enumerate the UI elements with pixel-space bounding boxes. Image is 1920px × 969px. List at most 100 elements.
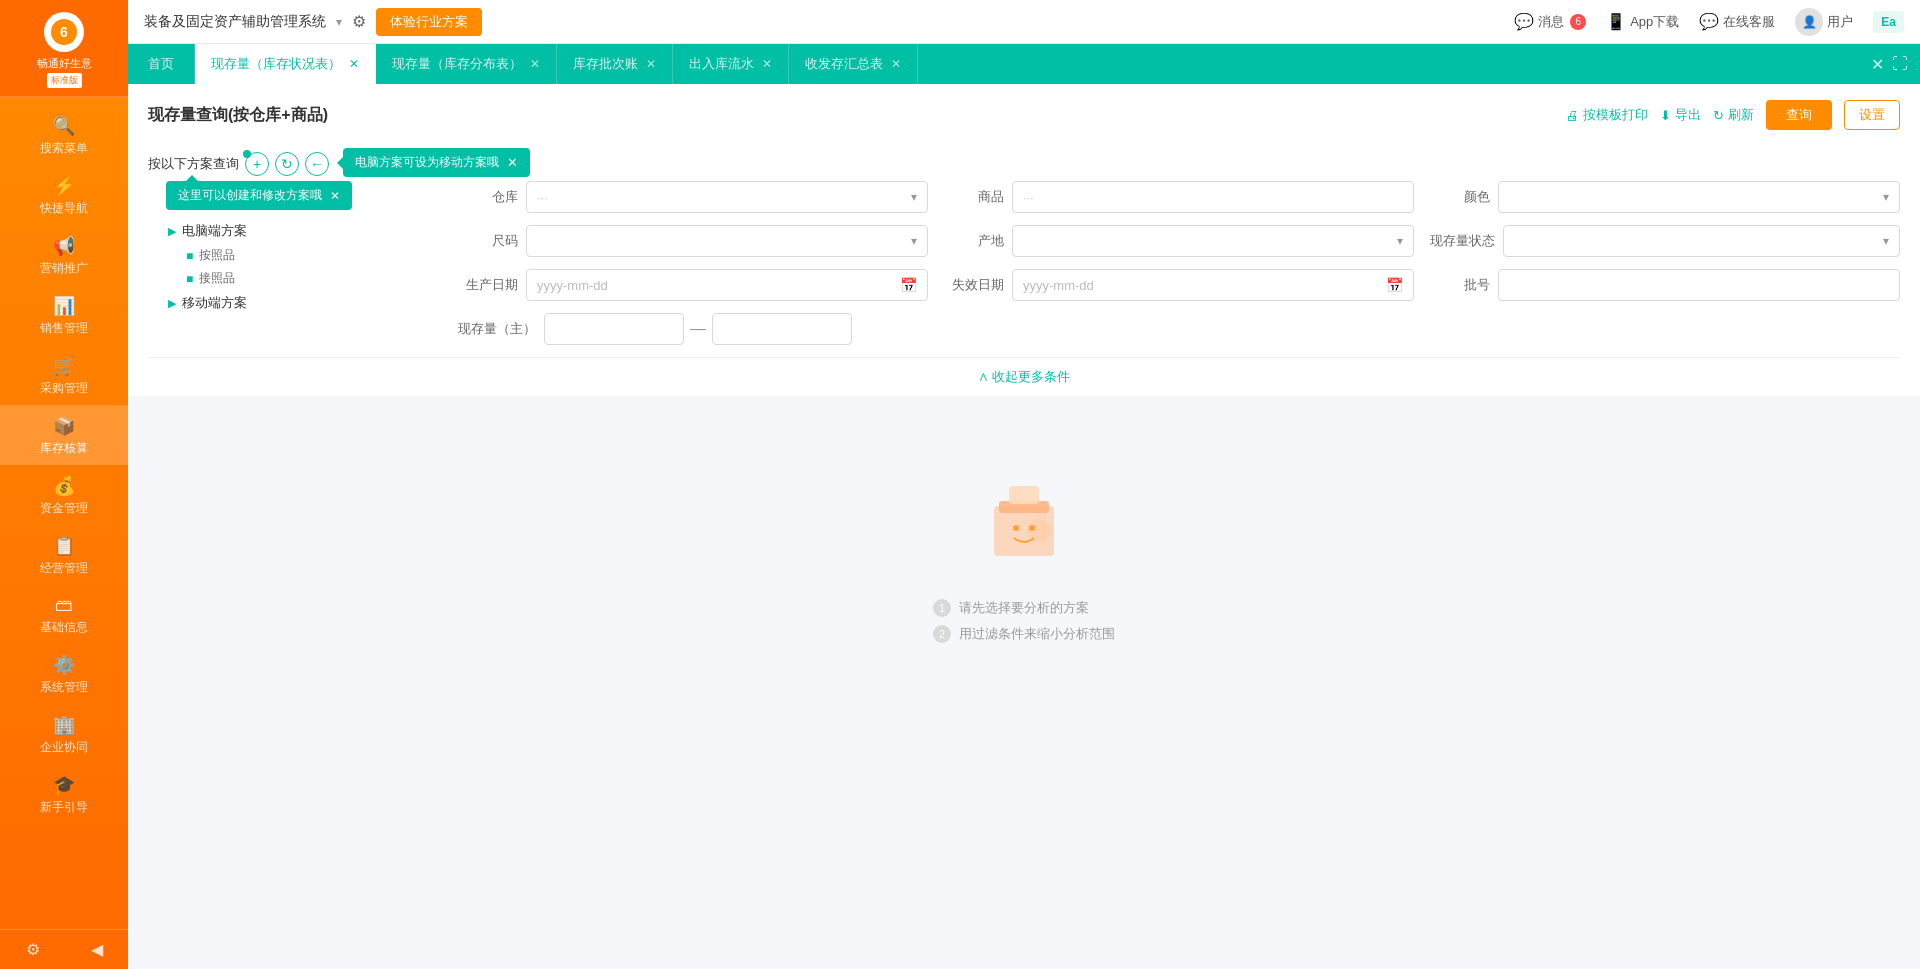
schema-sub-item-1[interactable]: ■ 按照品 [186,244,448,267]
system-dropdown[interactable]: ▾ [336,15,342,29]
exp-date-input[interactable]: yyyy-mm-dd 📅 [1012,269,1414,301]
sidebar-item-inventory[interactable]: 📦 库存核算 [0,405,128,465]
sidebar-item-operations[interactable]: 📋 经营管理 [0,525,128,585]
origin-select[interactable]: ▾ [1012,225,1414,257]
main-area: 装备及固定资产辅助管理系统 ▾ ⚙ 体验行业方案 💬 消息 6 📱 App下载 … [128,0,1920,969]
origin-arrow: ▾ [1397,234,1403,248]
stock-to-input[interactable] [712,313,852,345]
online-service-action[interactable]: 💬 在线客服 [1699,12,1775,31]
tab-close-batch-account[interactable]: ✕ [646,57,656,71]
schema-area: 这里可以创建和修改方案哦 ✕ ▶ 电脑端方案 ■ 按 [148,181,1900,357]
sidebar-item-system[interactable]: ⚙️ 系统管理 [0,644,128,704]
batch-input[interactable] [1498,269,1900,301]
filter-group-warehouse: 仓库 ··· ▾ [458,181,928,213]
settings-bottom-icon[interactable]: ⚙ [26,940,40,959]
collapse-icon[interactable]: ◀ [91,940,103,959]
sidebar-item-label: 库存核算 [40,440,88,457]
refresh-icon: ↻ [1713,108,1724,123]
tab-receive-send[interactable]: 收发存汇总表 ✕ [789,44,918,84]
sidebar-item-label: 采购管理 [40,380,88,397]
back-schema-btn[interactable]: ← [305,152,329,176]
prod-date-input[interactable]: yyyy-mm-dd 📅 [526,269,928,301]
sidebar-item-guide[interactable]: 🎓 新手引导 [0,764,128,824]
tab-close-inventory-status[interactable]: ✕ [349,57,359,71]
empty-svg [964,476,1084,576]
sidebar-item-quicknav[interactable]: ⚡ 快捷导航 [0,165,128,225]
tab-close-inventory-dist[interactable]: ✕ [530,57,540,71]
sidebar-item-label: 营销推广 [40,260,88,277]
color-select[interactable]: ▾ [1498,181,1900,213]
chevron-up-icon: ∧ [978,369,989,384]
warehouse-placeholder: ··· [537,190,548,205]
refresh-schema-btn[interactable]: ↻ [275,152,299,176]
color-label: 颜色 [1430,188,1490,206]
tab-inout-flow[interactable]: 出入库流水 ✕ [673,44,789,84]
more-conditions-toggle[interactable]: ∧ 收起更多条件 [148,357,1900,396]
tab-close-all-icon[interactable]: ✕ [1871,55,1884,74]
query-button[interactable]: 查询 [1766,100,1832,130]
sidebar-item-search[interactable]: 🔍 搜索菜单 [0,105,128,165]
schema-tree-mobile[interactable]: ▶ 移动端方案 [168,290,448,316]
sidebar-item-label: 销售管理 [40,320,88,337]
tab-close-inout-flow[interactable]: ✕ [762,57,772,71]
exp-date-calendar-icon[interactable]: 📅 [1386,277,1403,293]
filter-fields-panel: 仓库 ··· ▾ 商品 ··· [448,181,1900,357]
sidebar-item-purchase[interactable]: 🛒 采购管理 [0,345,128,405]
tooltip1: 电脑方案可设为移动方案哦 ✕ [343,148,530,177]
inventory-icon: 📦 [53,415,75,437]
user-label: 用户 [1827,13,1853,31]
tab-maximize-icon[interactable]: ⛶ [1892,55,1908,73]
header-settings-icon[interactable]: ⚙ [352,12,366,31]
tab-home-label: 首页 [148,55,174,73]
sidebar-item-basic-info[interactable]: 🗃 基础信息 [0,585,128,644]
tab-home[interactable]: 首页 [128,44,195,84]
tab-batch-account[interactable]: 库存批次账 ✕ [557,44,673,84]
export-button[interactable]: ⬇ 导出 [1660,106,1701,124]
goods-select[interactable]: ··· [1012,181,1414,213]
sidebar-item-sales[interactable]: 📊 销售管理 [0,285,128,345]
empty-step-1: 1 请先选择要分析的方案 [933,599,1115,617]
filter-group-status: 现存量状态 ▾ [1430,225,1900,257]
schema-sub-item-2[interactable]: ■ 接照品 [186,267,448,290]
prod-date-calendar-icon[interactable]: 📅 [900,277,917,293]
goods-label: 商品 [944,188,1004,206]
warehouse-select[interactable]: ··· ▾ [526,181,928,213]
notification-badge: 6 [1570,14,1586,30]
size-label: 尺码 [458,232,518,250]
sidebar-item-marketing[interactable]: 📢 营销推广 [0,225,128,285]
refresh-button[interactable]: ↻ 刷新 [1713,106,1754,124]
step-1-num: 1 [933,599,951,617]
filter-section: 现存量查询(按仓库+商品) 🖨 按模板打印 ⬇ 导出 ↻ 刷新 查询 [128,84,1920,396]
schema-tree-pc[interactable]: ▶ 电脑端方案 [168,218,448,244]
tooltip2: 这里可以创建和修改方案哦 ✕ [166,181,352,210]
experience-button[interactable]: 体验行业方案 [376,8,482,36]
sub-icon-1: ■ [186,249,193,263]
page-title: 现存量查询(按仓库+商品) [148,105,328,126]
add-schema-btn[interactable]: + [245,152,269,176]
stock-from-input[interactable] [544,313,684,345]
user-action[interactable]: 👤 用户 [1795,8,1853,36]
quicknav-icon: ⚡ [53,175,75,197]
basicinfo-icon: 🗃 [55,595,73,616]
sidebar-item-enterprise[interactable]: 🏢 企业协同 [0,704,128,764]
app-download-action[interactable]: 📱 App下载 [1606,12,1679,31]
tab-inventory-status[interactable]: 现存量（库存状况表） ✕ [195,44,376,84]
tooltip1-close[interactable]: ✕ [507,155,518,170]
tab-inventory-dist[interactable]: 现存量（库存分布表） ✕ [376,44,557,84]
sidebar-item-finance[interactable]: 💰 资金管理 [0,465,128,525]
filter-group-prod-date: 生产日期 yyyy-mm-dd 📅 [458,269,928,301]
tooltip2-close[interactable]: ✕ [330,189,340,203]
notification-action[interactable]: 💬 消息 6 [1514,12,1586,31]
refresh-small-icon: ↻ [281,156,293,172]
tab-close-receive-send[interactable]: ✕ [891,57,901,71]
notification-label: 消息 [1538,13,1564,31]
settings-button[interactable]: 设置 [1844,100,1900,130]
print-button[interactable]: 🖨 按模板打印 [1566,106,1648,124]
refresh-label: 刷新 [1728,106,1754,124]
size-select[interactable]: ▾ [526,225,928,257]
batch-label: 批号 [1430,276,1490,294]
print-label: 按模板打印 [1583,106,1648,124]
app-download-label: App下载 [1630,13,1679,31]
status-select[interactable]: ▾ [1503,225,1900,257]
filter-group-size: 尺码 ▾ [458,225,928,257]
